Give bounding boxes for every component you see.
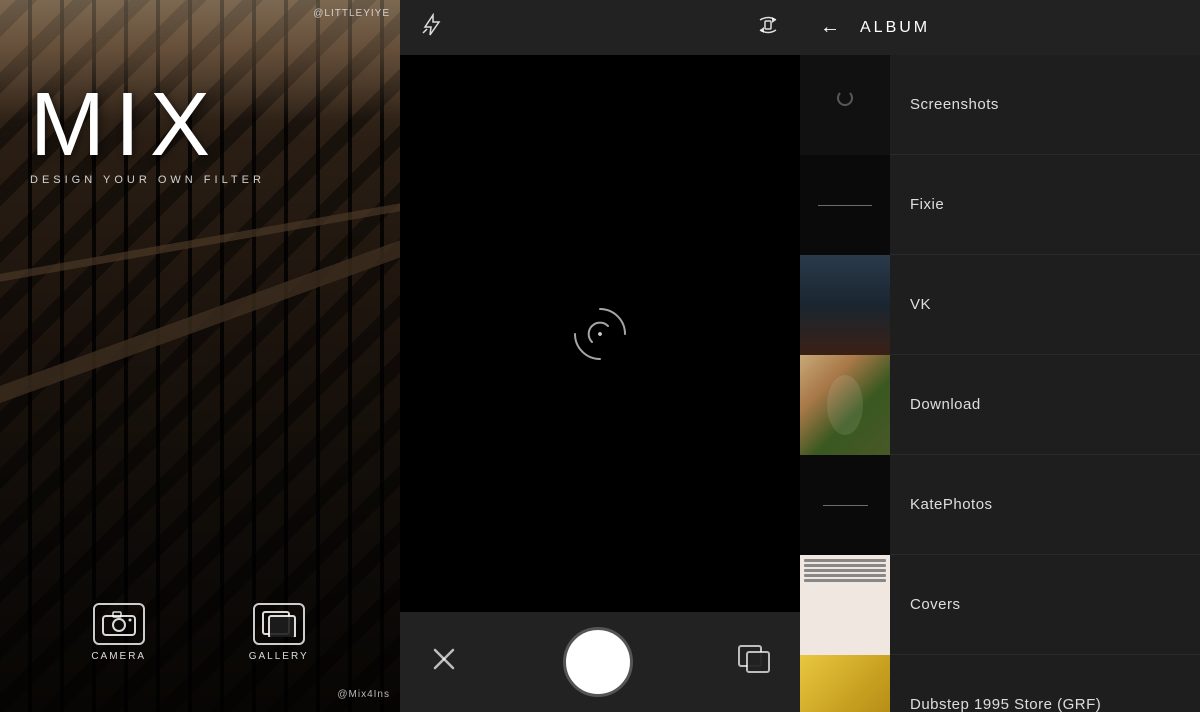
left-bottom-buttons: CAMERA GALLERY [0, 603, 400, 662]
album-name: Dubstep 1995 Store (GRF) [910, 696, 1101, 712]
camera-icon-box [93, 603, 145, 645]
thumb-katephotos [800, 455, 890, 555]
username-bottom: @Mix4Ins [337, 689, 390, 700]
album-name: Covers [910, 596, 961, 613]
album-name: Fixie [910, 196, 944, 213]
right-panel: ← ALBUM Screenshots Fixie VK Download KatePh… [800, 0, 1200, 712]
album-thumbnail [800, 355, 890, 455]
camera-button[interactable]: CAMERA [91, 603, 146, 662]
album-header: ← ALBUM [800, 0, 1200, 55]
album-item[interactable]: Download [800, 355, 1200, 455]
app-title-sub: DESIGN YOUR OWN FILTER [30, 174, 265, 186]
gallery-icon-box [253, 603, 305, 645]
camera-top-bar [400, 0, 800, 55]
shutter-button[interactable] [563, 627, 633, 697]
camera-label: CAMERA [91, 651, 146, 662]
camera-icon [102, 611, 136, 637]
album-name: KatePhotos [910, 496, 993, 513]
album-item[interactable]: Fixie [800, 155, 1200, 255]
album-name: Screenshots [910, 96, 999, 113]
thumb-vk [800, 255, 890, 355]
camera-viewfinder [400, 55, 800, 612]
album-thumbnail [800, 255, 890, 355]
album-item[interactable]: Dubstep 1995 Store (GRF) [800, 655, 1200, 712]
album-thumbnail [800, 155, 890, 255]
thumb-download [800, 355, 890, 455]
thumb-dubstep [800, 655, 890, 712]
album-header-title: ALBUM [860, 19, 930, 37]
back-button[interactable]: ← [820, 16, 840, 39]
app-title-block: MIX DESIGN YOUR OWN FILTER [30, 80, 265, 186]
album-name: Download [910, 396, 981, 413]
middle-panel [400, 0, 800, 712]
thumb-fixie [800, 155, 890, 255]
album-name: VK [910, 296, 931, 313]
flip-camera-icon[interactable] [756, 13, 780, 43]
gallery-label: GALLERY [249, 651, 309, 662]
username-top: @LITTLEYIYE [313, 8, 390, 19]
loading-spinner [570, 304, 630, 364]
left-panel: @LITTLEYIYE MIX DESIGN YOUR OWN FILTER C… [0, 0, 400, 712]
album-item[interactable]: KatePhotos [800, 455, 1200, 555]
thumb-covers [800, 555, 890, 655]
album-item[interactable]: Covers [800, 555, 1200, 655]
app-title-big: MIX [30, 80, 265, 170]
album-thumbnail [800, 655, 890, 712]
thumb-screenshots [800, 55, 890, 155]
album-thumbnail [800, 55, 890, 155]
album-item[interactable]: Screenshots [800, 55, 1200, 155]
gallery-icon [262, 611, 296, 637]
gallery-button[interactable]: GALLERY [249, 603, 309, 662]
album-list: Screenshots Fixie VK Download KatePhotos Cove… [800, 55, 1200, 712]
album-thumbnail [800, 555, 890, 655]
close-camera-icon[interactable] [430, 645, 458, 679]
album-item[interactable]: VK [800, 255, 1200, 355]
flash-icon[interactable] [420, 13, 444, 43]
camera-bottom-bar [400, 612, 800, 712]
gallery-square-icon[interactable] [738, 645, 770, 679]
album-thumbnail [800, 455, 890, 555]
